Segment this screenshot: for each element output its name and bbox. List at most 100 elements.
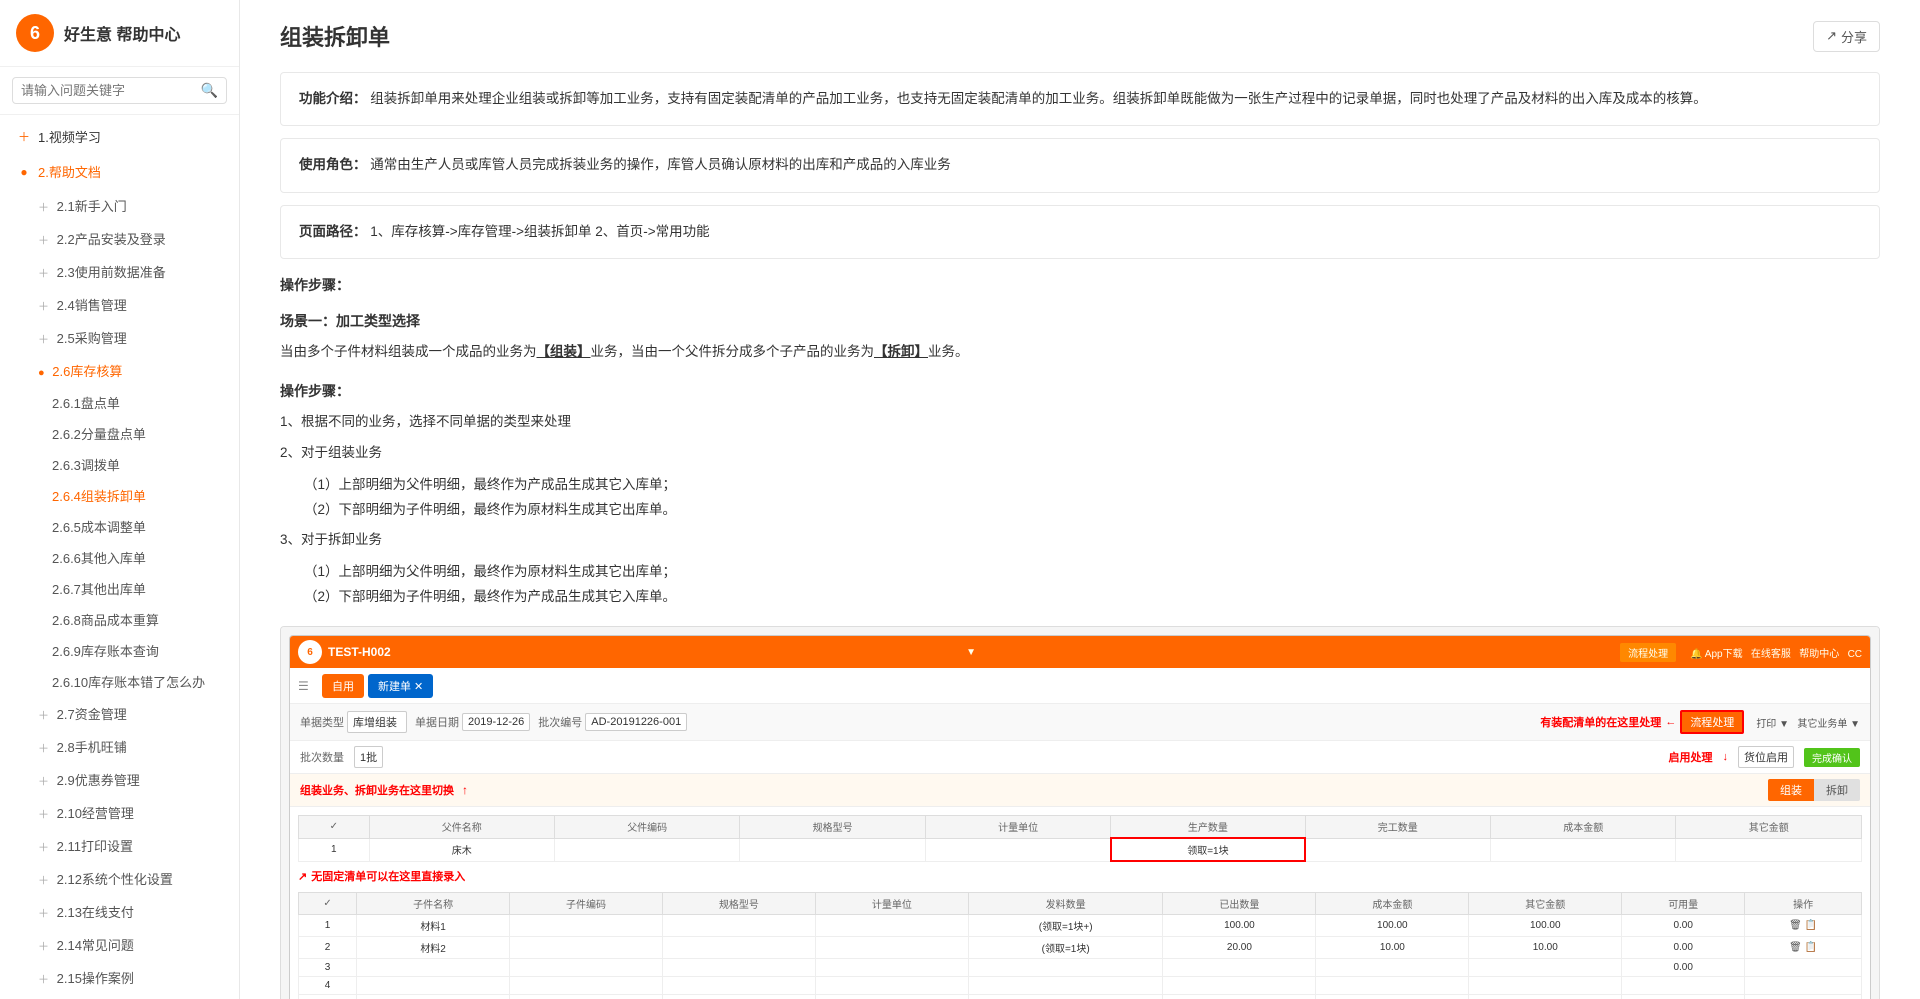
sidebar-item-fund[interactable]: ＋ 2.7资金管理 xyxy=(0,697,239,730)
sidebar-item-purchase[interactable]: ＋ 2.5采购管理 xyxy=(0,321,239,354)
sidebar-item-settings[interactable]: ＋ 2.12系统个性化设置 xyxy=(0,862,239,895)
expand-icon: ＋ xyxy=(38,908,49,920)
step3-1: （1）上部明细为父件明细，最终作为原材料生成其它出库单； xyxy=(280,559,1880,585)
sidebar-item-docs[interactable]: ● 2.帮助文档 xyxy=(0,154,239,189)
main-content: 组装拆卸单 ↗ 分享 功能介绍： 组装拆卸单用来处理企业组装或拆卸等加工业务，支… xyxy=(240,0,1920,999)
arrow-icon-2: ↑ xyxy=(462,783,468,797)
sidebar-item-inventory[interactable]: ● 2.6库存核算 xyxy=(0,354,239,387)
expand-icon: ＋ xyxy=(38,974,49,986)
arrow-icon-1: ← xyxy=(1665,716,1676,728)
mock-nav-icon: ☰ xyxy=(298,679,318,693)
sidebar-sub-label: 2.7资金管理 xyxy=(57,707,127,722)
table-row: 1 床木 领取=1块 xyxy=(299,838,1862,861)
share-button[interactable]: ↗ 分享 xyxy=(1813,21,1880,52)
role-block: 使用角色： 通常由生产人员或库管人员完成拆装业务的操作，库管人员确认原材料的出库… xyxy=(280,138,1880,192)
sidebar-item-inv8[interactable]: 2.6.8商品成本重算 xyxy=(0,604,239,635)
search-box: 🔍 xyxy=(0,67,239,115)
col-unit: 计量单位 xyxy=(925,816,1110,839)
sidebar-sub-label: 2.2产品安装及登录 xyxy=(57,232,166,247)
collapse-icon: ● xyxy=(16,164,32,180)
mock-batch-value[interactable]: AD-20191226-001 xyxy=(585,713,687,731)
expand-icon: ＋ xyxy=(16,129,32,145)
role-text: 通常由生产人员或库管人员完成拆装业务的操作，库管人员确认原材料的出库和产成品的入… xyxy=(370,157,951,172)
sidebar-item-sales[interactable]: ＋ 2.4销售管理 xyxy=(0,288,239,321)
col-issue-qty: 发料数量 xyxy=(968,893,1163,915)
mock-date-value[interactable]: 2019-12-26 xyxy=(462,713,530,731)
sidebar-item-new[interactable]: ＋ 2.1新手入门 xyxy=(0,189,239,222)
screenshot-inner: 6 TEST-H002 ▼ 流程处理 🔔 App下载 在线客服 帮助中心 CC … xyxy=(281,627,1879,999)
sidebar-item-inv7[interactable]: 2.6.7其他出库单 xyxy=(0,573,239,604)
mock-lower-table-container: ✓ 子件名称 子件编码 规格型号 计量单位 发料数量 已出数量 成本金额 其它金… xyxy=(290,884,1870,999)
sidebar-sub-label: 2.15操作案例 xyxy=(57,971,134,986)
mock-enable-input[interactable]: 货位启用 xyxy=(1738,746,1794,768)
sidebar-item-inv9[interactable]: 2.6.9库存账本查询 xyxy=(0,635,239,666)
col-unit: 计量单位 xyxy=(815,893,968,915)
steps-label: 操作步骤： xyxy=(280,275,1880,295)
sidebar-item-faq[interactable]: ＋ 2.14常见问题 xyxy=(0,928,239,961)
function-intro-label: 功能介绍： xyxy=(299,91,367,106)
mock-qty-value[interactable]: 1批 xyxy=(354,746,383,768)
table-row: 1 材料1 (领取=1块+) 100.00 100.00 100.00 xyxy=(299,915,1862,937)
expand-icon: ＋ xyxy=(38,743,49,755)
sidebar-sub-label: 2.12系统个性化设置 xyxy=(57,872,173,887)
mock-tab-assemble[interactable]: 组装 xyxy=(1768,779,1814,801)
expand-icon: ＋ xyxy=(38,809,49,821)
search-input[interactable] xyxy=(21,83,201,98)
expand-icon: ＋ xyxy=(38,268,49,280)
sidebar-item-print[interactable]: ＋ 2.11打印设置 xyxy=(0,829,239,862)
sidebar-item-inv3[interactable]: 2.6.3调拨单 xyxy=(0,449,239,480)
mock-assemble-tabs: 组装 拆卸 xyxy=(1768,779,1860,801)
mock-app: 6 TEST-H002 ▼ 流程处理 🔔 App下载 在线客服 帮助中心 CC … xyxy=(289,635,1871,999)
sidebar-item-manage[interactable]: ＋ 2.10经营管理 xyxy=(0,796,239,829)
sidebar-item-inv5[interactable]: 2.6.5成本调整单 xyxy=(0,511,239,542)
expand-icon: ＋ xyxy=(38,235,49,247)
mock-type-value[interactable]: 库增组装 xyxy=(347,711,407,733)
col-cost2: 其它金额 xyxy=(1469,893,1622,915)
sidebar-item-video[interactable]: ＋ 1.视频学习 xyxy=(0,119,239,154)
col-cost1: 成本金额 xyxy=(1316,893,1469,915)
sidebar-item-case[interactable]: ＋ 2.15操作案例 xyxy=(0,961,239,994)
sidebar-item-inv2[interactable]: 2.6.2分量盘点单 xyxy=(0,418,239,449)
expand-icon: ＋ xyxy=(38,776,49,788)
page-title: 组装拆卸单 xyxy=(280,20,390,52)
expand-icon: ＋ xyxy=(38,301,49,313)
mock-tab-self[interactable]: 自用 xyxy=(322,674,364,698)
app-name: 好生意 帮助中心 xyxy=(64,21,180,45)
table-row: 5 xyxy=(299,995,1862,999)
sidebar-item-install[interactable]: ＋ 2.2产品安装及登录 xyxy=(0,222,239,255)
sidebar-item-label: 2.帮助文档 xyxy=(38,162,101,181)
role-label: 使用角色： xyxy=(299,157,367,172)
path-label: 页面路径： xyxy=(299,224,367,239)
function-intro-block: 功能介绍： 组装拆卸单用来处理企业组装或拆卸等加工业务，支持有固定装配清单的产品… xyxy=(280,72,1880,126)
col-check: ✓ xyxy=(299,816,370,839)
col-issued-qty: 已出数量 xyxy=(1163,893,1316,915)
mock-process-btn-top[interactable]: 流程处理 xyxy=(1620,643,1676,662)
col-parent-name: 父件名称 xyxy=(369,816,554,839)
mock-field-date: 单据日期 2019-12-26 xyxy=(415,713,530,731)
sidebar-item-inv6[interactable]: 2.6.6其他入库单 xyxy=(0,542,239,573)
expand-icon: ＋ xyxy=(38,710,49,722)
path-text: 1、库存核算->库存管理->组装拆卸单 2、首页->常用功能 xyxy=(370,224,709,239)
mock-form-toolbar: 单据类型 库增组装 单据日期 2019-12-26 批次编号 AD-201912… xyxy=(290,704,1870,741)
col-sub-name: 子件名称 xyxy=(357,893,510,915)
sidebar-item-pay[interactable]: ＋ 2.13在线支付 xyxy=(0,895,239,928)
expand-icon: ＋ xyxy=(38,875,49,887)
mock-process-btn-highlight[interactable]: 流程处理 xyxy=(1680,710,1744,734)
mock-confirm-btn[interactable]: 完成确认 xyxy=(1804,748,1860,767)
step3-2: （2）下部明细为子件明细，最终作为产成品生成其它入库单。 xyxy=(280,584,1880,610)
sidebar-item-coupon[interactable]: ＋ 2.9优惠券管理 xyxy=(0,763,239,796)
sidebar-sub-label: 2.8手机旺铺 xyxy=(57,740,127,755)
mock-tab-new[interactable]: 新建单 ✕ xyxy=(368,674,433,698)
mock-nav-bar: ☰ 自用 新建单 ✕ xyxy=(290,668,1870,704)
search-button[interactable]: 🔍 xyxy=(201,82,218,99)
mock-tab-disassemble[interactable]: 拆卸 xyxy=(1814,779,1860,801)
sidebar-item-inv4[interactable]: 2.6.4组装拆卸单 xyxy=(0,480,239,511)
sidebar-item-inv1[interactable]: 2.6.1盘点单 xyxy=(0,387,239,418)
mock-company: TEST-H002 xyxy=(328,645,960,659)
sidebar-item-data[interactable]: ＋ 2.3使用前数据准备 xyxy=(0,255,239,288)
sidebar-sub-label: 2.11打印设置 xyxy=(57,839,133,854)
share-icon: ↗ xyxy=(1826,28,1837,44)
sidebar-item-mobile[interactable]: ＋ 2.8手机旺铺 xyxy=(0,730,239,763)
mock-toggle-row: 组装业务、拆卸业务在这里切换 ↑ 组装 拆卸 xyxy=(290,774,1870,807)
sidebar-item-inv10[interactable]: 2.6.10库存账本错了怎么办 xyxy=(0,666,239,697)
